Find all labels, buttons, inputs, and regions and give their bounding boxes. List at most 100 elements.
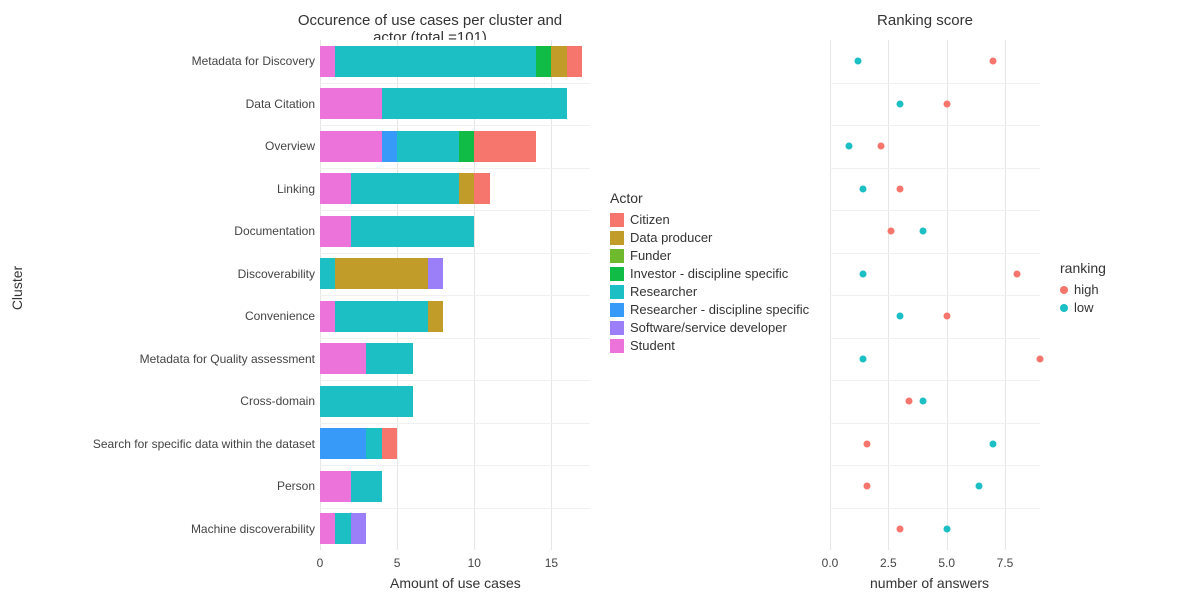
bar-row xyxy=(320,216,590,247)
actor-legend: Actor CitizenData producerFunderInvestor… xyxy=(610,190,809,356)
y-tick-label: Person xyxy=(277,479,315,493)
bar-segment xyxy=(351,173,459,204)
dot-point xyxy=(990,440,997,447)
bar-segment xyxy=(428,301,443,332)
bar-segment xyxy=(474,173,489,204)
bar-segment xyxy=(428,258,443,289)
dot-point xyxy=(855,58,862,65)
grid-line xyxy=(830,210,1040,211)
legend-item: Funder xyxy=(610,248,809,263)
legend-swatch xyxy=(610,285,624,299)
grid-line xyxy=(830,423,1040,424)
x-tick-label: 2.5 xyxy=(880,556,897,570)
legend-label: Funder xyxy=(630,248,671,263)
legend-label: Citizen xyxy=(630,212,670,227)
y-tick-label: Metadata for Quality assessment xyxy=(140,352,315,366)
legend-item: Researcher - discipline specific xyxy=(610,302,809,317)
bar-segment xyxy=(320,301,335,332)
legend-item: Data producer xyxy=(610,230,809,245)
grid-line xyxy=(830,295,1040,296)
grid-line xyxy=(830,125,1040,126)
dot-point xyxy=(859,185,866,192)
dot-point xyxy=(859,270,866,277)
bar-row xyxy=(320,343,590,374)
x-tick-label: 15 xyxy=(545,556,558,570)
dot-point xyxy=(976,483,983,490)
dot-point xyxy=(845,143,852,150)
bar-segment xyxy=(335,301,428,332)
x-tick-label: 7.5 xyxy=(997,556,1014,570)
grid-line xyxy=(830,168,1040,169)
legend-item: Student xyxy=(610,338,809,353)
y-tick-label: Machine discoverability xyxy=(191,522,315,536)
grid-line xyxy=(320,40,590,41)
dot-point xyxy=(897,185,904,192)
bar-segment xyxy=(397,131,459,162)
left-x-axis-title: Amount of use cases xyxy=(390,575,521,591)
legend-swatch xyxy=(610,231,624,245)
grid-line xyxy=(320,550,590,551)
dot-point xyxy=(920,228,927,235)
right-x-axis-title: number of answers xyxy=(870,575,989,591)
ranking-legend-title: ranking xyxy=(1060,260,1106,276)
grid-line xyxy=(830,508,1040,509)
legend-swatch xyxy=(610,303,624,317)
stacked-bar-plot: 051015 xyxy=(320,40,590,550)
x-tick-label: 0.0 xyxy=(822,556,839,570)
dot-point xyxy=(897,100,904,107)
dot-point xyxy=(864,440,871,447)
y-tick-labels: Metadata for DiscoveryData CitationOverv… xyxy=(0,40,320,550)
grid-line xyxy=(830,253,1040,254)
bar-row xyxy=(320,513,590,544)
grid-line xyxy=(830,550,1040,551)
legend-item: Researcher xyxy=(610,284,809,299)
grid-line xyxy=(830,465,1040,466)
legend-label: Student xyxy=(630,338,675,353)
grid-line xyxy=(320,338,590,339)
bar-segment xyxy=(459,173,474,204)
bar-segment xyxy=(320,513,335,544)
bar-row xyxy=(320,173,590,204)
dot-point xyxy=(878,143,885,150)
ranking-legend: ranking high low xyxy=(1060,260,1106,318)
bar-row xyxy=(320,301,590,332)
legend-label: Data producer xyxy=(630,230,712,245)
bar-segment xyxy=(320,88,382,119)
dot-point xyxy=(1013,270,1020,277)
bar-segment xyxy=(335,46,536,77)
bar-segment xyxy=(335,513,350,544)
dot-point xyxy=(943,525,950,532)
bar-segment xyxy=(351,216,474,247)
bar-row xyxy=(320,258,590,289)
x-tick-label: 10 xyxy=(468,556,481,570)
bar-segment xyxy=(320,46,335,77)
y-tick-label: Documentation xyxy=(234,224,315,238)
legend-item: low xyxy=(1060,300,1106,315)
bar-segment xyxy=(366,428,381,459)
bar-segment xyxy=(382,131,397,162)
y-tick-label: Linking xyxy=(277,182,315,196)
legend-item: high xyxy=(1060,282,1106,297)
legend-dot-icon xyxy=(1060,304,1068,312)
dot-point xyxy=(887,228,894,235)
bar-segment xyxy=(459,131,474,162)
dot-point xyxy=(897,313,904,320)
y-tick-label: Overview xyxy=(265,139,315,153)
legend-label: Investor - discipline specific xyxy=(630,266,788,281)
bar-segment xyxy=(320,428,366,459)
dot-point xyxy=(1037,355,1044,362)
legend-label: Researcher - discipline specific xyxy=(630,302,809,317)
bar-row xyxy=(320,386,590,417)
y-tick-label: Metadata for Discovery xyxy=(192,54,315,68)
dot-point xyxy=(943,100,950,107)
grid-line xyxy=(830,83,1040,84)
legend-dot-icon xyxy=(1060,286,1068,294)
grid-line xyxy=(320,83,590,84)
bar-row xyxy=(320,46,590,77)
bar-segment xyxy=(382,428,397,459)
y-tick-label: Cross-domain xyxy=(240,394,315,408)
legend-swatch xyxy=(610,213,624,227)
bar-row xyxy=(320,471,590,502)
bar-segment xyxy=(320,471,351,502)
grid-line xyxy=(320,380,590,381)
